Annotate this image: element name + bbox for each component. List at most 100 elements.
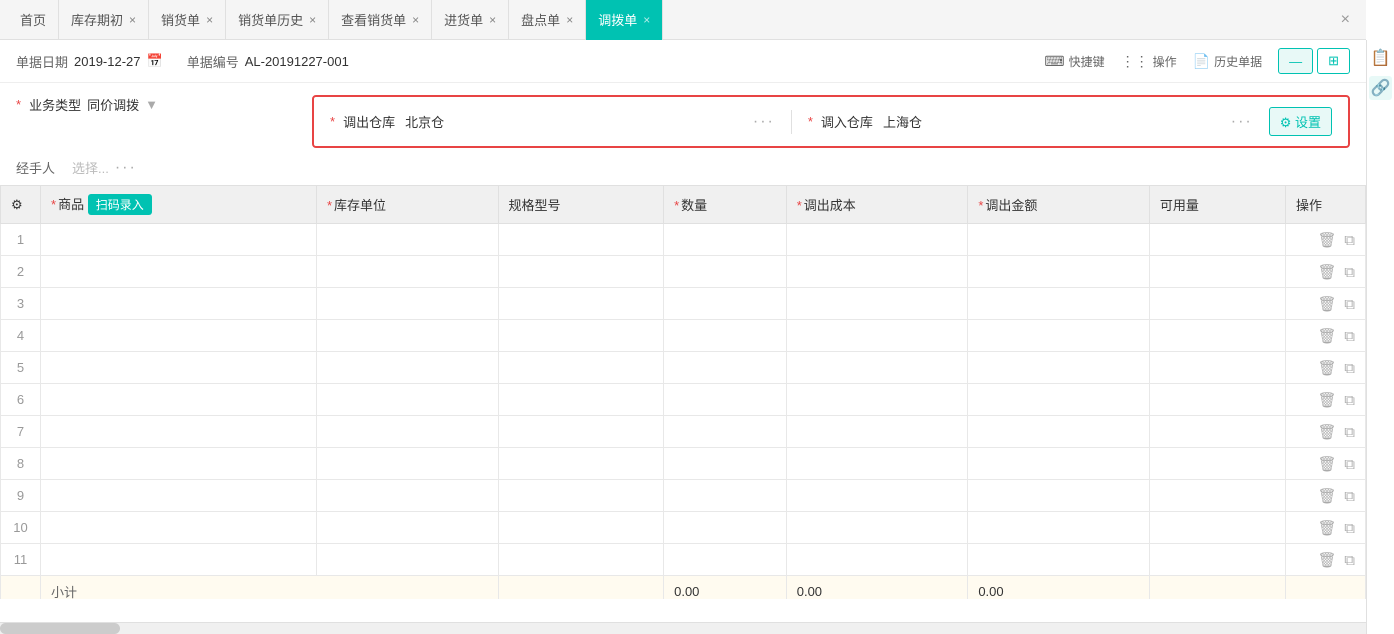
cell-amount-6[interactable] bbox=[968, 384, 1150, 416]
out-warehouse-more[interactable]: ··· bbox=[753, 113, 775, 131]
copy-icon-4[interactable]: ⧉ bbox=[1344, 328, 1355, 345]
cell-qty-1[interactable] bbox=[664, 224, 787, 256]
delete-icon-9[interactable]: 🗑 bbox=[1318, 488, 1337, 505]
th-gear[interactable]: ⚙ bbox=[1, 186, 41, 224]
delete-icon-1[interactable]: 🗑 bbox=[1318, 232, 1337, 249]
copy-icon-7[interactable]: ⧉ bbox=[1344, 424, 1355, 441]
cell-goods-6[interactable] bbox=[41, 384, 317, 416]
cell-available-3[interactable] bbox=[1149, 288, 1285, 320]
gear-settings-button[interactable]: ⚙ 设置 bbox=[1269, 107, 1332, 136]
cell-cost-5[interactable] bbox=[786, 352, 968, 384]
in-warehouse-more[interactable]: ··· bbox=[1231, 113, 1253, 131]
delete-icon-4[interactable]: 🗑 bbox=[1318, 328, 1337, 345]
cell-cost-3[interactable] bbox=[786, 288, 968, 320]
cell-available-4[interactable] bbox=[1149, 320, 1285, 352]
shortcuts-action[interactable]: ⌨ 快捷键 bbox=[1044, 53, 1104, 70]
cell-amount-4[interactable] bbox=[968, 320, 1150, 352]
copy-icon-2[interactable]: ⧉ bbox=[1344, 264, 1355, 281]
tab-sales-history-close[interactable]: × bbox=[309, 13, 316, 27]
scrollbar-thumb[interactable] bbox=[0, 623, 120, 634]
gear-icon[interactable]: ⚙ bbox=[11, 197, 23, 212]
date-value[interactable]: 2019-12-27 bbox=[74, 54, 141, 69]
cell-qty-4[interactable] bbox=[664, 320, 787, 352]
copy-icon-11[interactable]: ⧉ bbox=[1344, 552, 1355, 569]
cell-available-10[interactable] bbox=[1149, 512, 1285, 544]
cell-available-6[interactable] bbox=[1149, 384, 1285, 416]
cell-cost-7[interactable] bbox=[786, 416, 968, 448]
cell-cost-9[interactable] bbox=[786, 480, 968, 512]
tab-purchase-order[interactable]: 进货单 × bbox=[432, 0, 509, 40]
cell-spec-9[interactable] bbox=[498, 480, 664, 512]
tab-transfer-order[interactable]: 调拨单 × bbox=[586, 0, 663, 40]
scrollbar[interactable] bbox=[0, 622, 1366, 634]
cell-spec-10[interactable] bbox=[498, 512, 664, 544]
history-action[interactable]: 📄 历史单据 bbox=[1193, 53, 1262, 70]
tab-home[interactable]: 首页 bbox=[8, 0, 59, 40]
scan-button[interactable]: 扫码录入 bbox=[88, 194, 152, 215]
cell-available-1[interactable] bbox=[1149, 224, 1285, 256]
cell-goods-1[interactable] bbox=[41, 224, 317, 256]
delete-icon-6[interactable]: 🗑 bbox=[1318, 392, 1337, 409]
cell-available-8[interactable] bbox=[1149, 448, 1285, 480]
copy-icon-1[interactable]: ⧉ bbox=[1344, 232, 1355, 249]
tab-sales-history[interactable]: 销货单历史 × bbox=[226, 0, 329, 40]
delete-icon-10[interactable]: 🗑 bbox=[1318, 520, 1337, 537]
cell-amount-7[interactable] bbox=[968, 416, 1150, 448]
cell-amount-11[interactable] bbox=[968, 544, 1150, 576]
cell-unit-7[interactable] bbox=[316, 416, 498, 448]
cell-unit-4[interactable] bbox=[316, 320, 498, 352]
cell-goods-3[interactable] bbox=[41, 288, 317, 320]
copy-icon-10[interactable]: ⧉ bbox=[1344, 520, 1355, 537]
tab-inventory-init-close[interactable]: × bbox=[129, 13, 136, 27]
sidebar-doc-icon[interactable]: 📋 bbox=[1371, 48, 1391, 68]
tab-sales-order[interactable]: 销货单 × bbox=[149, 0, 226, 40]
cell-cost-1[interactable] bbox=[786, 224, 968, 256]
cell-available-11[interactable] bbox=[1149, 544, 1285, 576]
cell-spec-11[interactable] bbox=[498, 544, 664, 576]
cell-available-2[interactable] bbox=[1149, 256, 1285, 288]
cell-amount-2[interactable] bbox=[968, 256, 1150, 288]
cell-cost-8[interactable] bbox=[786, 448, 968, 480]
cell-amount-3[interactable] bbox=[968, 288, 1150, 320]
tab-inventory-check-close[interactable]: × bbox=[566, 13, 573, 27]
cell-qty-8[interactable] bbox=[664, 448, 787, 480]
cell-qty-11[interactable] bbox=[664, 544, 787, 576]
delete-icon-5[interactable]: 🗑 bbox=[1318, 360, 1337, 377]
cell-goods-5[interactable] bbox=[41, 352, 317, 384]
delete-icon-3[interactable]: 🗑 bbox=[1318, 296, 1337, 313]
tab-inventory-init[interactable]: 库存期初 × bbox=[59, 0, 149, 40]
copy-icon-9[interactable]: ⧉ bbox=[1344, 488, 1355, 505]
cell-amount-5[interactable] bbox=[968, 352, 1150, 384]
cell-spec-3[interactable] bbox=[498, 288, 664, 320]
cell-available-7[interactable] bbox=[1149, 416, 1285, 448]
cell-goods-9[interactable] bbox=[41, 480, 317, 512]
cell-spec-5[interactable] bbox=[498, 352, 664, 384]
cell-goods-8[interactable] bbox=[41, 448, 317, 480]
cell-goods-2[interactable] bbox=[41, 256, 317, 288]
cell-unit-3[interactable] bbox=[316, 288, 498, 320]
cell-cost-6[interactable] bbox=[786, 384, 968, 416]
tab-view-sales[interactable]: 查看销货单 × bbox=[329, 0, 432, 40]
tab-transfer-order-close[interactable]: × bbox=[643, 13, 650, 27]
cell-available-5[interactable] bbox=[1149, 352, 1285, 384]
delete-icon-2[interactable]: 🗑 bbox=[1318, 264, 1337, 281]
cell-unit-1[interactable] bbox=[316, 224, 498, 256]
cell-unit-6[interactable] bbox=[316, 384, 498, 416]
cell-unit-10[interactable] bbox=[316, 512, 498, 544]
cell-amount-10[interactable] bbox=[968, 512, 1150, 544]
cell-qty-10[interactable] bbox=[664, 512, 787, 544]
cell-unit-11[interactable] bbox=[316, 544, 498, 576]
operations-action[interactable]: ⋮⋮ 操作 bbox=[1121, 53, 1177, 70]
cell-spec-2[interactable] bbox=[498, 256, 664, 288]
cell-qty-2[interactable] bbox=[664, 256, 787, 288]
cell-goods-4[interactable] bbox=[41, 320, 317, 352]
grid-button[interactable]: ⊞ bbox=[1317, 48, 1350, 74]
cell-qty-5[interactable] bbox=[664, 352, 787, 384]
cell-spec-4[interactable] bbox=[498, 320, 664, 352]
cell-available-9[interactable] bbox=[1149, 480, 1285, 512]
settings-button[interactable]: — bbox=[1278, 48, 1313, 74]
cell-cost-11[interactable] bbox=[786, 544, 968, 576]
calendar-icon[interactable]: 📅 bbox=[147, 53, 163, 69]
cell-qty-6[interactable] bbox=[664, 384, 787, 416]
delete-icon-8[interactable]: 🗑 bbox=[1318, 456, 1337, 473]
